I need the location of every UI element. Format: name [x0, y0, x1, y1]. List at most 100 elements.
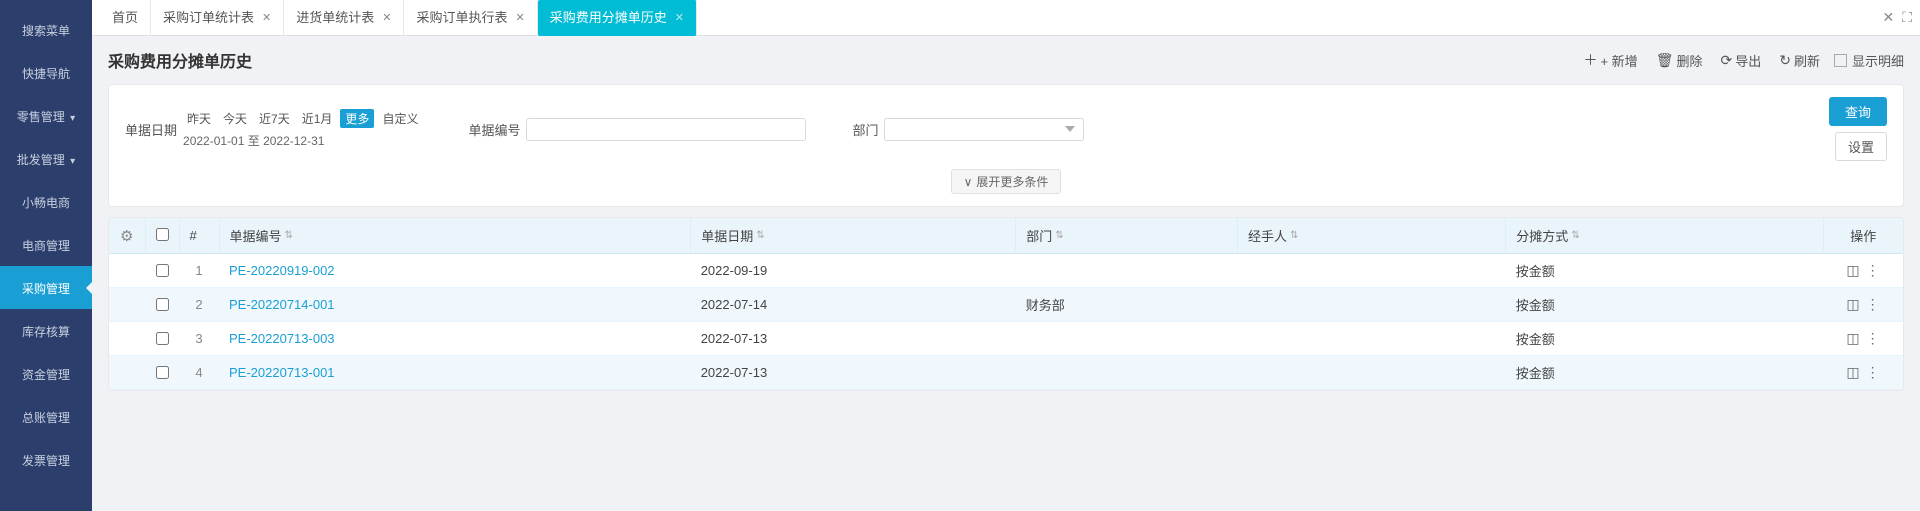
col-doc-date-header: 单据日期 ⇅ — [691, 218, 1016, 254]
edit-icon-0[interactable]: ◫ — [1846, 262, 1859, 279]
shortcut-yesterday[interactable]: 昨天 — [183, 109, 215, 128]
export-button[interactable]: ⟳ 导出 — [1716, 49, 1765, 72]
sort-icon-split-method[interactable]: ⇅ — [1571, 230, 1579, 241]
dept-filter-label: 部门 — [852, 120, 878, 139]
sidebar-item-quick[interactable]: 快捷导航 — [0, 51, 92, 94]
sidebar-item-retail[interactable]: 零售管理 ▾ — [0, 94, 92, 137]
col-split-method-label: 分摊方式 — [1516, 226, 1568, 245]
edit-icon-3[interactable]: ◫ — [1846, 364, 1859, 381]
search-button[interactable]: 查询 — [1829, 97, 1887, 126]
cell-dept-1: 财务部 — [1016, 288, 1238, 322]
sidebar-item-purchase[interactable]: 采购管理 — [0, 266, 92, 309]
shortcut-today[interactable]: 今天 — [219, 109, 251, 128]
edit-icon-2[interactable]: ◫ — [1846, 330, 1859, 347]
cell-doc-no-0: PE-20220919-002 — [219, 254, 691, 288]
cell-doc-date-3: 2022-07-13 — [691, 356, 1016, 390]
tab-close-goods-inbound-stat[interactable]: ✕ — [382, 0, 391, 36]
data-table: ⚙ # 单据编号 ⇅ — [109, 218, 1903, 390]
tab-purchase-order-exec[interactable]: 采购订单执行表 ✕ — [404, 0, 537, 36]
select-all-checkbox[interactable] — [156, 228, 169, 241]
page-header: 采购费用分摊单历史 ＋ + 新增 🗑 删除 ⟳ 导出 ↻ 刷新 — [108, 48, 1904, 72]
col-handler-label: 经手人 — [1248, 226, 1287, 245]
expand-button[interactable]: ∨ 展开更多条件 — [951, 169, 1062, 194]
cell-num-2: 3 — [179, 322, 219, 356]
cell-settings-0 — [109, 254, 145, 288]
tab-close-purchase-order-stat[interactable]: ✕ — [262, 0, 271, 36]
sidebar-item-wholesale[interactable]: 批发管理 ▾ — [0, 137, 92, 180]
cell-doc-no-1: PE-20220714-001 — [219, 288, 691, 322]
more-icon-0[interactable]: ⋮ — [1866, 262, 1880, 279]
expand-row: ∨ 展开更多条件 — [125, 169, 1887, 194]
refresh-icon: ↻ — [1779, 52, 1791, 69]
cell-checkbox-2 — [145, 322, 179, 356]
col-doc-date-label: 单据日期 — [701, 226, 753, 245]
tab-close-purchase-cost-split[interactable]: ✕ — [675, 0, 684, 36]
sort-icon-dept[interactable]: ⇅ — [1055, 230, 1063, 241]
sidebar-item-finance[interactable]: 资金管理 — [0, 352, 92, 395]
filter-settings-button[interactable]: 设置 — [1835, 132, 1887, 161]
show-columns-button[interactable]: 显示明细 — [1834, 51, 1904, 70]
col-dept-label: 部门 — [1026, 226, 1052, 245]
more-icon-3[interactable]: ⋮ — [1866, 364, 1880, 381]
cell-dept-3 — [1016, 356, 1238, 390]
cell-actions-3: ◫ ⋮ — [1823, 356, 1903, 390]
date-filter-block: 昨天 今天 近7天 近1月 更多 自定义 2022-01-01 至 2022-1… — [183, 109, 422, 149]
cell-split-method-0: 按金额 — [1506, 254, 1823, 288]
col-num-label: # — [190, 228, 197, 243]
close-window-icon[interactable]: ✕ — [1882, 9, 1894, 26]
date-shortcuts: 昨天 今天 近7天 近1月 更多 自定义 — [183, 109, 422, 128]
sidebar-item-mini[interactable]: 小畅电商 — [0, 180, 92, 223]
sidebar-item-search[interactable]: 搜索菜单 — [0, 8, 92, 51]
more-icon-1[interactable]: ⋮ — [1866, 296, 1880, 313]
col-handler-header: 经手人 ⇅ — [1237, 218, 1505, 254]
doc-no-input[interactable] — [526, 118, 806, 141]
tab-purchase-cost-split[interactable]: 采购费用分摊单历史 ✕ — [538, 0, 697, 36]
doc-no-link-3[interactable]: PE-20220713-001 — [229, 365, 335, 380]
add-icon: ＋ — [1583, 50, 1597, 70]
dept-select[interactable] — [884, 118, 1084, 141]
cell-doc-date-1: 2022-07-14 — [691, 288, 1016, 322]
sort-icon-doc-date[interactable]: ⇅ — [756, 230, 764, 241]
shortcut-more[interactable]: 更多 — [340, 109, 374, 128]
col-settings: ⚙ — [109, 218, 145, 254]
col-doc-no-label: 单据编号 — [230, 226, 282, 245]
export-icon: ⟳ — [1720, 52, 1732, 69]
cell-split-method-2: 按金额 — [1506, 322, 1823, 356]
sort-icon-handler[interactable]: ⇅ — [1290, 230, 1298, 241]
expand-window-icon[interactable]: ⛶ — [1902, 9, 1912, 26]
shortcut-1month[interactable]: 近1月 — [298, 109, 337, 128]
tab-goods-inbound-stat[interactable]: 进货单统计表 ✕ — [284, 0, 404, 36]
cell-actions-1: ◫ ⋮ — [1823, 288, 1903, 322]
table-row: 1 PE-20220919-002 2022-09-19 按金额 ◫ ⋮ — [109, 254, 1903, 288]
sidebar-item-ledger[interactable]: 总账管理 — [0, 395, 92, 438]
doc-no-link-2[interactable]: PE-20220713-003 — [229, 331, 335, 346]
more-icon-2[interactable]: ⋮ — [1866, 330, 1880, 347]
doc-no-link-1[interactable]: PE-20220714-001 — [229, 297, 335, 312]
sidebar: 搜索菜单 快捷导航 零售管理 ▾ 批发管理 ▾ 小畅电商 电商管理 采购管理 库… — [0, 0, 92, 511]
sidebar-item-stock[interactable]: 库存核算 — [0, 309, 92, 352]
filter-area: 单据日期 昨天 今天 近7天 近1月 更多 自定义 2022-01-01 至 2… — [108, 84, 1904, 207]
tab-purchase-order-stat[interactable]: 采购订单统计表 ✕ — [151, 0, 284, 36]
sort-icon-doc-no[interactable]: ⇅ — [285, 230, 293, 241]
shortcut-7days[interactable]: 近7天 — [255, 109, 294, 128]
cell-checkbox-1 — [145, 288, 179, 322]
tab-close-purchase-order-exec[interactable]: ✕ — [516, 0, 525, 36]
date-range-display: 2022-01-01 至 2022-12-31 — [183, 132, 422, 149]
row-checkbox-1[interactable] — [156, 298, 169, 311]
doc-no-filter: 单据编号 — [468, 118, 806, 141]
shortcut-custom[interactable]: 自定义 — [378, 109, 422, 128]
add-button[interactable]: ＋ + 新增 — [1579, 48, 1641, 72]
edit-icon-1[interactable]: ◫ — [1846, 296, 1859, 313]
delete-button[interactable]: 🗑 删除 — [1652, 49, 1707, 72]
sidebar-item-invoice[interactable]: 发票管理 — [0, 438, 92, 481]
row-checkbox-2[interactable] — [156, 332, 169, 345]
sidebar-item-ecom[interactable]: 电商管理 — [0, 223, 92, 266]
column-settings-icon[interactable]: ⚙ — [120, 228, 133, 245]
row-checkbox-0[interactable] — [156, 264, 169, 277]
doc-no-link-0[interactable]: PE-20220919-002 — [229, 263, 335, 278]
cell-doc-date-2: 2022-07-13 — [691, 322, 1016, 356]
row-checkbox-3[interactable] — [156, 366, 169, 379]
tab-home[interactable]: 首页 — [100, 0, 151, 36]
cell-num-1: 2 — [179, 288, 219, 322]
refresh-button[interactable]: ↻ 刷新 — [1775, 49, 1824, 72]
